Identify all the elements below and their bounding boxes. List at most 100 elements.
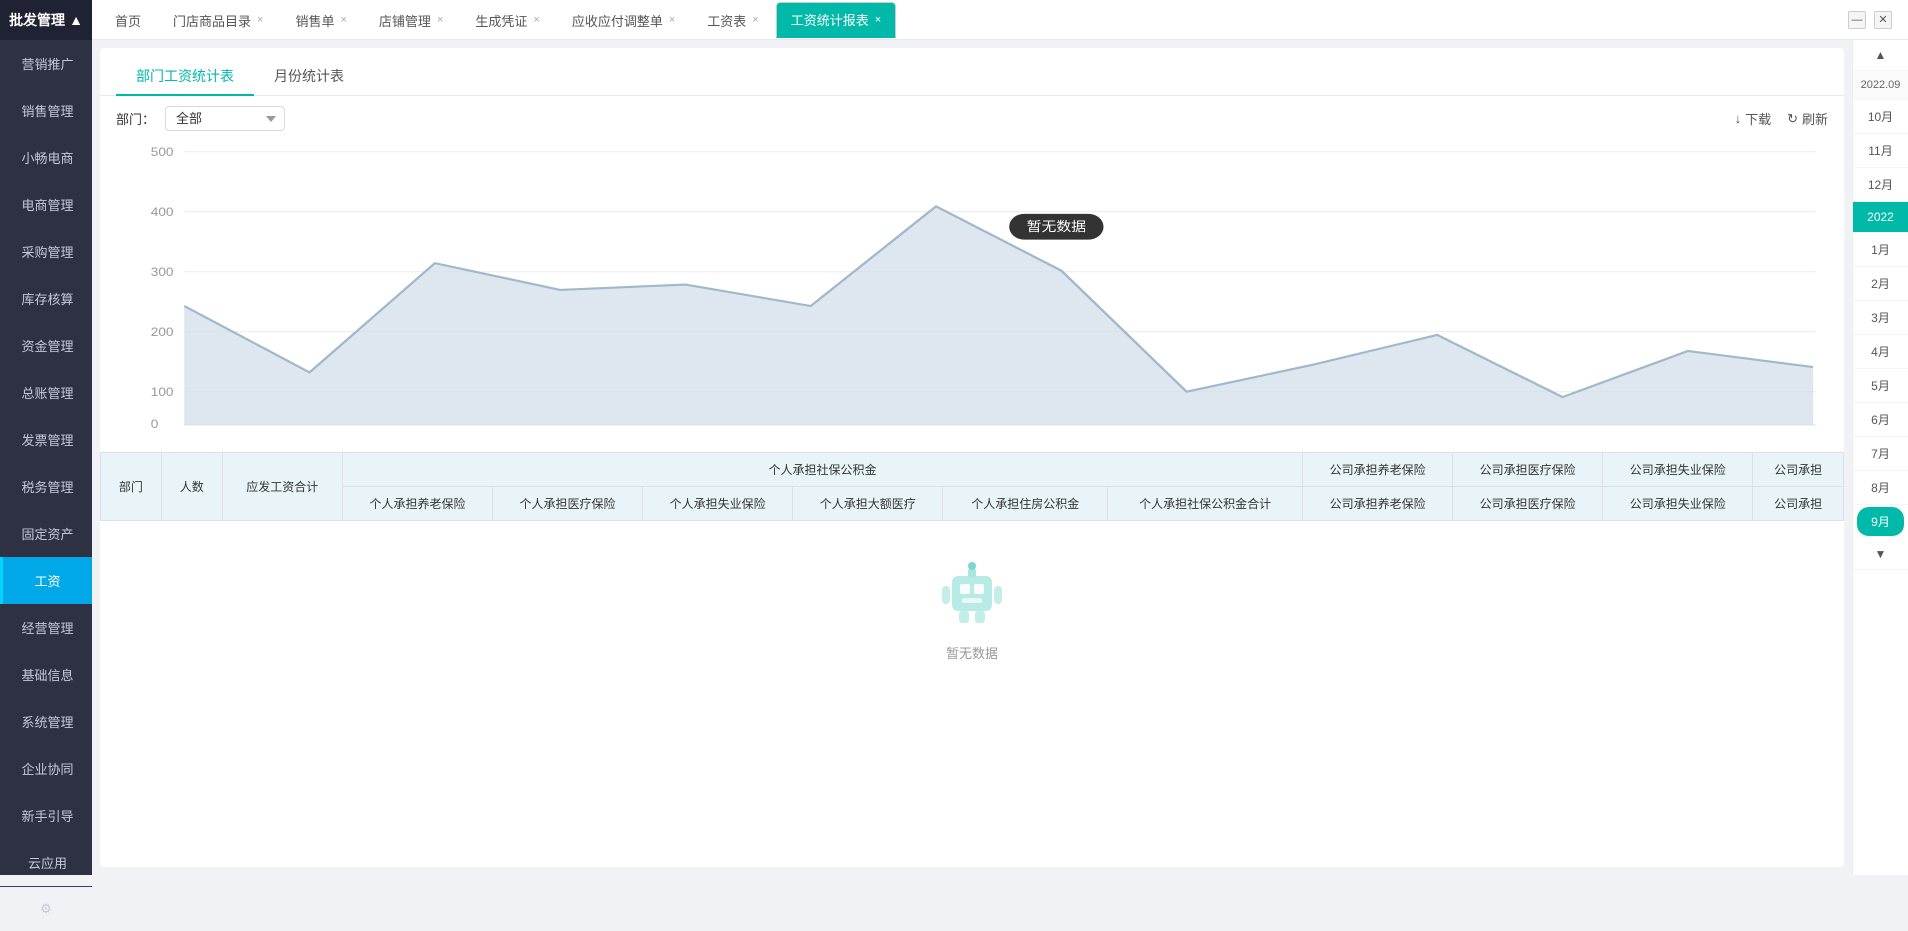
empty-text: 暂无数据 (946, 643, 998, 662)
sidebar-item-基础信息[interactable]: 基础信息 (0, 651, 92, 698)
tab-店铺管理[interactable]: 店铺管理 × (364, 2, 458, 38)
col-company-medical: 公司承担医疗保险 (1453, 453, 1603, 487)
tab-门店商品目录[interactable]: 门店商品目录× (158, 2, 278, 38)
col-company-pension: 公司承担养老保险 (1303, 453, 1453, 487)
date-scroll-up[interactable]: ▲ (1853, 40, 1908, 71)
tab-首页[interactable]: 首页 (100, 2, 156, 38)
tab-label: 工资统计报表 (791, 10, 869, 29)
col-c-pension: 公司承担养老保险 (1303, 487, 1453, 521)
col-p-social-total: 个人承担社保公积金合计 (1108, 487, 1303, 521)
sidebar-item-系统管理[interactable]: 系统管理 (0, 698, 92, 745)
date-item-2月[interactable]: 2月 (1853, 267, 1908, 301)
date-item-4月[interactable]: 4月 (1853, 335, 1908, 369)
salary-table: 部门 人数 应发工资合计 个人承担社保公积金 公司承担养老保险 公司承担医疗保险… (100, 452, 1844, 521)
table-wrapper: 部门 人数 应发工资合计 个人承担社保公积金 公司承担养老保险 公司承担医疗保险… (100, 452, 1844, 859)
date-panel: ▲2022.0910月11月12月20221月2月3月4月5月6月7月8月9月▼ (1852, 40, 1908, 875)
close-button[interactable]: ✕ (1874, 11, 1892, 29)
sidebar-item-小畅电商[interactable]: 小畅电商 (0, 134, 92, 181)
col-c-other: 公司承担 (1753, 487, 1844, 521)
date-item-8月[interactable]: 8月 (1853, 471, 1908, 505)
sidebar-item-新手引导[interactable]: 新手引导 (0, 792, 92, 839)
svg-text:0: 0 (151, 417, 159, 431)
date-item-9月[interactable]: 9月 (1857, 507, 1904, 537)
svg-text:暂无数据: 暂无数据 (1027, 219, 1087, 234)
tab-应收应付调整单[interactable]: 应收应付调整单 × (557, 2, 690, 38)
date-item-5月[interactable]: 5月 (1853, 369, 1908, 403)
tab-close-icon[interactable]: × (752, 14, 758, 26)
col-c-medical: 公司承担医疗保险 (1453, 487, 1603, 521)
settings-button[interactable]: ⚙ (0, 886, 92, 931)
tab-label: 首页 (115, 11, 141, 30)
sidebar-item-电商管理[interactable]: 电商管理 (0, 181, 92, 228)
col-dept: 部门 (101, 453, 162, 521)
sidebar-item-工资[interactable]: 工资 (0, 557, 92, 604)
tab-close-icon[interactable]: × (533, 14, 539, 26)
tab-label: 应收应付调整单 (572, 11, 663, 30)
tab-close-icon[interactable]: × (437, 14, 443, 26)
col-p-housing: 个人承担住房公积金 (943, 487, 1108, 521)
tab-bar: 首页门店商品目录×销售单×店铺管理×生成凭证×应收应付调整单×工资表×工资统计报… (92, 0, 1908, 40)
chart-container: 500 400 300 200 100 0 (100, 141, 1844, 444)
download-icon: ↓ (1735, 111, 1742, 126)
sidebar-item-经营管理[interactable]: 经营管理 (0, 604, 92, 651)
sidebar-item-资金管理[interactable]: 资金管理 (0, 322, 92, 369)
col-personal-social: 个人承担社保公积金 (342, 453, 1302, 487)
date-item-12月[interactable]: 12月 (1853, 168, 1908, 202)
sidebar-item-税务管理[interactable]: 税务管理 (0, 463, 92, 510)
col-p-pension: 个人承担养老保险 (342, 487, 492, 521)
sidebar-expand-icon: ▲ (69, 12, 83, 28)
sidebar-item-营销推广[interactable]: 营销推广 (0, 40, 92, 87)
date-item-2022.09[interactable]: 2022.09 (1853, 71, 1908, 100)
window-controls: — ✕ (1840, 11, 1900, 29)
sidebar-item-企业协同[interactable]: 企业协同 (0, 745, 92, 792)
dept-select[interactable]: 全部销售部财务部采购部运营部 (165, 106, 285, 131)
tab-生成凭证[interactable]: 生成凭证 × (460, 2, 554, 38)
tab-close-icon[interactable]: × (340, 14, 346, 26)
tab-label: 店铺管理 (379, 11, 431, 30)
tab-销售单[interactable]: 销售单 × (280, 2, 361, 38)
empty-robot-icon (932, 551, 1012, 631)
dept-label: 部门： (116, 109, 155, 128)
col-total-salary: 应发工资合计 (222, 453, 342, 521)
date-scroll-down[interactable]: ▼ (1853, 539, 1908, 570)
tab-工资统计报表[interactable]: 工资统计报表 × (776, 2, 896, 38)
area-chart: 500 400 300 200 100 0 (116, 141, 1828, 441)
sidebar-item-库存核算[interactable]: 库存核算 (0, 275, 92, 322)
col-company-other: 公司承担 (1753, 453, 1844, 487)
date-item-10月[interactable]: 10月 (1853, 100, 1908, 134)
sidebar-item-发票管理[interactable]: 发票管理 (0, 416, 92, 463)
tab-label: 销售单 (295, 11, 334, 30)
col-p-medical: 个人承担医疗保险 (493, 487, 643, 521)
download-button[interactable]: ↓ 下载 (1735, 109, 1772, 128)
col-company-unemployment: 公司承担失业保险 (1603, 453, 1753, 487)
content-area: 部门工资统计表月份统计表 部门： 全部销售部财务部采购部运营部 ↓ 下载 ↻ 刷… (92, 40, 1908, 875)
tab-close-icon[interactable]: × (669, 14, 675, 26)
sidebar-item-固定资产[interactable]: 固定资产 (0, 510, 92, 557)
sidebar-item-销售管理[interactable]: 销售管理 (0, 87, 92, 134)
sidebar-item-采购管理[interactable]: 采购管理 (0, 228, 92, 275)
sub-tab-月份统计表[interactable]: 月份统计表 (254, 58, 364, 96)
date-item-2022[interactable]: 2022 (1853, 202, 1908, 233)
col-headcount: 人数 (161, 453, 222, 521)
date-item-7月[interactable]: 7月 (1853, 437, 1908, 471)
toolbar-right: ↓ 下载 ↻ 刷新 (1735, 109, 1828, 128)
date-item-11月[interactable]: 11月 (1853, 134, 1908, 168)
tab-close-icon[interactable]: × (875, 14, 881, 26)
sidebar-item-云应用[interactable]: 云应用 (0, 839, 92, 886)
tab-close-icon[interactable]: × (257, 14, 263, 26)
tab-label: 生成凭证 (475, 11, 527, 30)
date-item-3月[interactable]: 3月 (1853, 301, 1908, 335)
sidebar-item-总账管理[interactable]: 总账管理 (0, 369, 92, 416)
col-p-major-medical: 个人承担大额医疗 (793, 487, 943, 521)
minimize-button[interactable]: — (1848, 11, 1866, 29)
empty-state: 暂无数据 (100, 521, 1844, 692)
page-container: 部门工资统计表月份统计表 部门： 全部销售部财务部采购部运营部 ↓ 下载 ↻ 刷… (100, 48, 1844, 867)
sidebar-brand[interactable]: 批发管理 ▲ (0, 0, 92, 40)
tabs-container: 首页门店商品目录×销售单×店铺管理×生成凭证×应收应付调整单×工资表×工资统计报… (100, 2, 896, 38)
svg-text:200: 200 (151, 325, 174, 339)
date-item-6月[interactable]: 6月 (1853, 403, 1908, 437)
refresh-button[interactable]: ↻ 刷新 (1787, 109, 1828, 128)
tab-工资表[interactable]: 工资表× (692, 2, 773, 38)
date-item-1月[interactable]: 1月 (1853, 233, 1908, 267)
sub-tab-部门工资统计表[interactable]: 部门工资统计表 (116, 58, 254, 96)
